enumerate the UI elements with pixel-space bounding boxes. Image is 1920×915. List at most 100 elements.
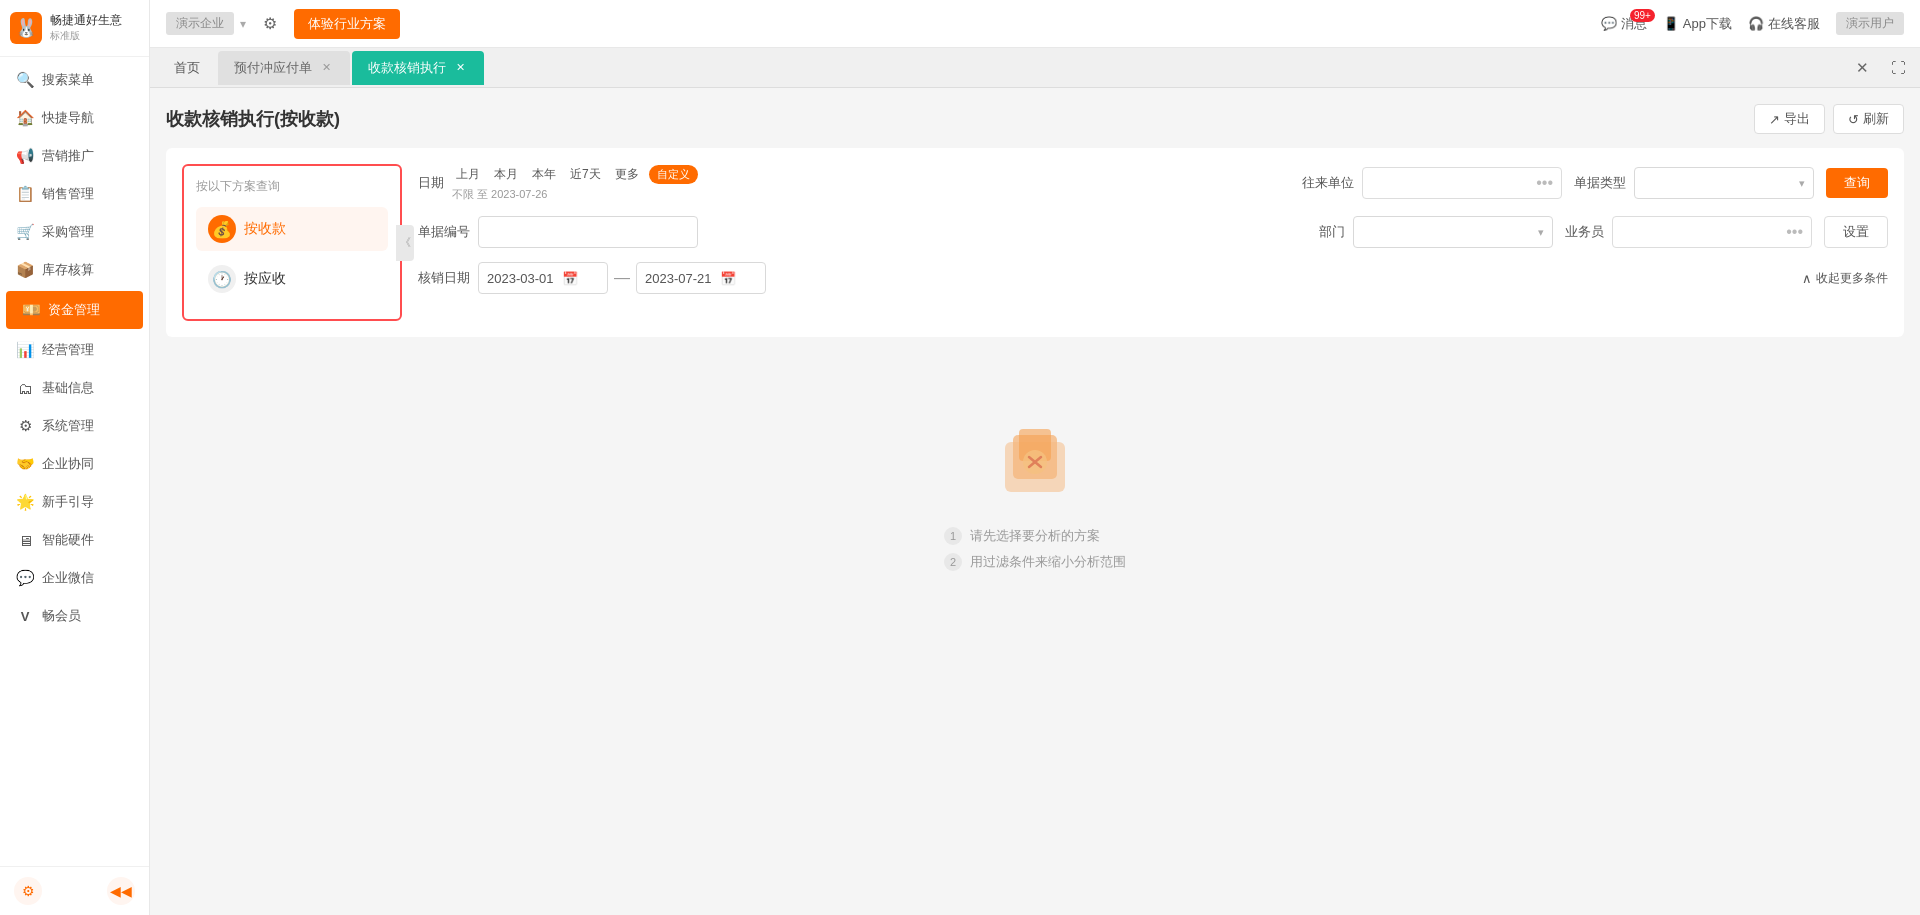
date-label: 日期 [418, 174, 444, 192]
sidebar-item-guide[interactable]: 🌟 新手引导 [0, 483, 149, 521]
empty-tip-1: 1 请先选择要分析的方案 [944, 527, 1126, 545]
refresh-icon: ↺ [1848, 112, 1859, 127]
filter-option-label: 按应收 [244, 270, 286, 288]
receivable-icon: 🕐 [208, 265, 236, 293]
sidebar-item-operation[interactable]: 📊 经营管理 [0, 331, 149, 369]
topbar-right: 💬 消息 99+ 📱 App下载 🎧 在线客服 演示用户 [1601, 12, 1904, 35]
filter-staff-field: 业务员 ••• [1565, 216, 1812, 248]
counterpart-select[interactable]: ••• [1362, 167, 1562, 199]
refresh-label: 刷新 [1863, 110, 1889, 128]
collapse-more-btn[interactable]: ∧ 收起更多条件 [1802, 270, 1888, 287]
docno-input[interactable] [478, 216, 698, 248]
wechat-icon: 💬 [16, 569, 34, 587]
tip-text-1: 请先选择要分析的方案 [970, 527, 1100, 545]
message-btn[interactable]: 💬 消息 99+ [1601, 15, 1647, 33]
page-title-bar: 收款核销执行(按收款) ↗ 导出 ↺ 刷新 [166, 104, 1904, 134]
sidebar-item-marketing[interactable]: 📢 营销推广 [0, 137, 149, 175]
collapse-more-label: 收起更多条件 [1816, 270, 1888, 287]
filter-row-2: 单据编号 部门 ▾ 业务员 ••• [418, 216, 1888, 248]
tab-verify[interactable]: 收款核销执行 ✕ [352, 51, 484, 85]
tip-num-2: 2 [944, 553, 962, 571]
filter-option-by-receipt[interactable]: 💰 按收款 [196, 207, 388, 251]
sidebar-item-inventory[interactable]: 📦 库存核算 [0, 251, 149, 289]
sidebar-item-label: 搜索菜单 [42, 71, 94, 89]
date-no-limit: 不限 至 2023-07-26 [452, 187, 698, 202]
inventory-icon: 📦 [16, 261, 34, 279]
sidebar-item-purchase[interactable]: 🛒 采购管理 [0, 213, 149, 251]
quick-date-custom[interactable]: 自定义 [649, 165, 698, 184]
home-tab-label: 首页 [174, 59, 200, 77]
quick-date-more[interactable]: 更多 [611, 164, 643, 185]
solution-button[interactable]: 体验行业方案 [294, 9, 400, 39]
dept-select[interactable]: ▾ [1353, 216, 1553, 248]
quick-date-this-year[interactable]: 本年 [528, 164, 560, 185]
page-content: 收款核销执行(按收款) ↗ 导出 ↺ 刷新 按以下方案查询 💰 按收款 [150, 88, 1920, 915]
verify-date-from-input[interactable]: 2023-03-01 📅 [478, 262, 608, 294]
dept-dropdown-icon: ▾ [1538, 226, 1544, 239]
tab-prepay[interactable]: 预付冲应付单 ✕ [218, 51, 350, 85]
settings-button[interactable]: 设置 [1824, 216, 1888, 248]
doctype-label: 单据类型 [1574, 174, 1626, 192]
app-download-btn[interactable]: 📱 App下载 [1663, 15, 1732, 33]
calendar-to-icon[interactable]: 📅 [720, 271, 736, 286]
purchase-icon: 🛒 [16, 223, 34, 241]
filter-scheme-title: 按以下方案查询 [196, 178, 388, 195]
sidebar-item-wechat[interactable]: 💬 企业微信 [0, 559, 149, 597]
sidebar-item-basic[interactable]: 🗂 基础信息 [0, 369, 149, 407]
quick-date-last-month[interactable]: 上月 [452, 164, 484, 185]
hardware-icon: 🖥 [16, 532, 34, 549]
refresh-button[interactable]: ↺ 刷新 [1833, 104, 1904, 134]
close-window-btn[interactable]: ✕ [1848, 54, 1876, 82]
doctype-select[interactable]: ▾ [1634, 167, 1814, 199]
prepay-tab-label: 预付冲应付单 [234, 59, 312, 77]
filter-verify-date-field: 核销日期 2023-03-01 📅 — 2023-07-21 📅 [418, 262, 766, 294]
sidebar-item-label: 资金管理 [48, 301, 100, 319]
company-selector[interactable]: 演示企业 ▾ [166, 12, 246, 35]
verify-date-to-input[interactable]: 2023-07-21 📅 [636, 262, 766, 294]
service-label: 在线客服 [1768, 15, 1820, 33]
marketing-icon: 📢 [16, 147, 34, 165]
dept-label: 部门 [1319, 223, 1345, 241]
export-button[interactable]: ↗ 导出 [1754, 104, 1825, 134]
sidebar-item-finance[interactable]: 💴 资金管理 [6, 291, 143, 329]
sidebar-menu: 🔍 搜索菜单 🏠 快捷导航 📢 营销推广 📋 销售管理 🛒 采购管理 📦 库存核… [0, 57, 149, 866]
maximize-window-btn[interactable]: ⛶ [1884, 54, 1912, 82]
tab-close-verify[interactable]: ✕ [452, 60, 468, 76]
sidebar-item-cooperation[interactable]: 🤝 企业协同 [0, 445, 149, 483]
sidebar-item-label: 销售管理 [42, 185, 94, 203]
tab-home[interactable]: 首页 [158, 51, 216, 85]
filter-scheme-panel: 按以下方案查询 💰 按收款 🕐 按应收 《 [182, 164, 402, 321]
settings-bottom-btn[interactable]: ⚙ [14, 877, 42, 905]
sidebar-item-label: 智能硬件 [42, 531, 94, 549]
filter-option-by-receivable[interactable]: 🕐 按应收 [196, 257, 388, 301]
company-dropdown-icon[interactable]: ▾ [240, 17, 246, 31]
page-actions: ↗ 导出 ↺ 刷新 [1754, 104, 1904, 134]
staff-select[interactable]: ••• [1612, 216, 1812, 248]
query-button[interactable]: 查询 [1826, 168, 1888, 198]
sidebar-item-search[interactable]: 🔍 搜索菜单 [0, 61, 149, 99]
basic-icon: 🗂 [16, 380, 34, 397]
page-title: 收款核销执行(按收款) [166, 107, 340, 131]
collapse-sidebar-btn[interactable]: ◀◀ [107, 877, 135, 905]
sidebar-item-sales[interactable]: 📋 销售管理 [0, 175, 149, 213]
sidebar-item-shortcuts[interactable]: 🏠 快捷导航 [0, 99, 149, 137]
cooperation-icon: 🤝 [16, 455, 34, 473]
staff-label: 业务员 [1565, 223, 1604, 241]
service-icon: 🎧 [1748, 16, 1764, 31]
quick-date-7days[interactable]: 近7天 [566, 164, 605, 185]
topbar-settings-btn[interactable]: ⚙ [256, 10, 284, 38]
message-icon: 💬 [1601, 16, 1617, 31]
quick-date-this-month[interactable]: 本月 [490, 164, 522, 185]
user-name[interactable]: 演示用户 [1836, 12, 1904, 35]
message-badge: 99+ [1630, 9, 1655, 22]
sidebar-item-hardware[interactable]: 🖥 智能硬件 [0, 521, 149, 559]
sidebar-item-member[interactable]: V 畅会员 [0, 597, 149, 635]
receipt-icon: 💰 [208, 215, 236, 243]
app-logo-icon: 🐰 [10, 12, 42, 44]
tab-close-prepay[interactable]: ✕ [318, 60, 334, 76]
online-service-btn[interactable]: 🎧 在线客服 [1748, 15, 1820, 33]
collapse-filter-btn[interactable]: 《 [396, 225, 414, 261]
calendar-from-icon[interactable]: 📅 [562, 271, 578, 286]
sidebar-item-system[interactable]: ⚙ 系统管理 [0, 407, 149, 445]
doctype-dropdown-icon: ▾ [1799, 177, 1805, 190]
